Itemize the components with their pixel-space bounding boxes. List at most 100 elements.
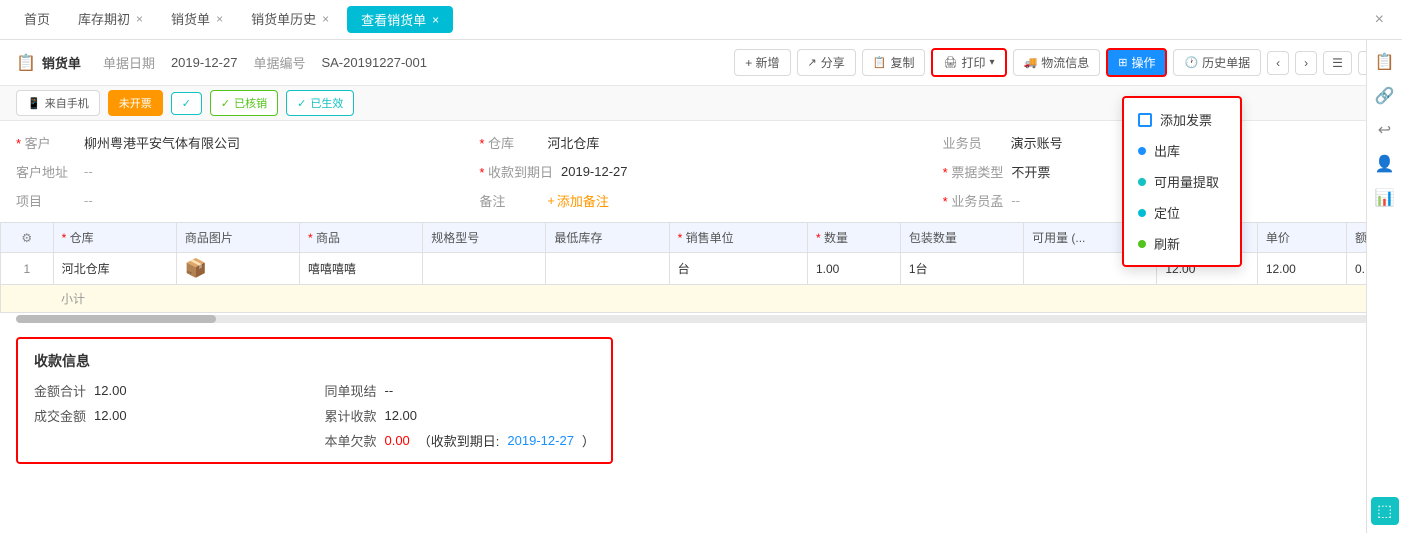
print-dropdown-arrow: ▾ bbox=[989, 57, 994, 68]
page-body: 📋 销货单 单据日期 2019-12-27 单据编号 SA-20191227-0… bbox=[0, 40, 1402, 533]
open-ticket-button[interactable]: 未开票 bbox=[108, 90, 163, 116]
dropdown-available-qty[interactable]: 可用量提取 bbox=[1124, 166, 1240, 197]
customer-value: 柳州粤港平安气体有限公司 bbox=[84, 133, 240, 152]
dropdown-refresh[interactable]: 刷新 bbox=[1124, 228, 1240, 259]
next-button[interactable]: › bbox=[1295, 51, 1317, 75]
phone-label: 来自手机 bbox=[45, 95, 89, 111]
staff-label: 业务员 bbox=[943, 133, 1003, 152]
locate-icon bbox=[1138, 209, 1146, 217]
verify-button[interactable]: ✓ bbox=[171, 92, 202, 115]
warehouse-label: 仓库 bbox=[479, 133, 539, 152]
doc-meta: 单据日期 2019-12-27 单据编号 SA-20191227-001 bbox=[103, 53, 427, 72]
balance-note-end: ） bbox=[582, 431, 595, 450]
content-area: 📋 销货单 单据日期 2019-12-27 单据编号 SA-20191227-0… bbox=[0, 40, 1402, 533]
project-label: 项目 bbox=[16, 191, 76, 210]
dropdown-add-invoice[interactable]: 添加发票 bbox=[1124, 104, 1240, 135]
toolbar-right: + 新增 ↗ 分享 📋 复制 🖨 打印 ▾ 🚚 bbox=[734, 48, 1386, 77]
operate-label: 操作 bbox=[1131, 54, 1155, 71]
ticket-type-value: 不开票 bbox=[1011, 162, 1050, 181]
row-sales-unit: 台 bbox=[669, 253, 807, 285]
warehouse-row: 仓库 河北仓库 bbox=[479, 133, 922, 152]
tab-inventory[interactable]: 库存期初 × bbox=[64, 0, 157, 39]
check-effective-icon: ✓ bbox=[297, 97, 306, 110]
tab-view-sales[interactable]: 查看销货单 × bbox=[347, 6, 453, 33]
col-unit-price: 单价 bbox=[1257, 223, 1346, 253]
tab-sales-history-close[interactable]: × bbox=[322, 12, 329, 26]
payment-info-box: 收款信息 金额合计 12.00 同单现结 -- 成交金额 12.00 bbox=[16, 337, 613, 464]
right-icon-3[interactable]: ↩ bbox=[1371, 116, 1399, 144]
available-qty-icon bbox=[1138, 178, 1146, 186]
outbound-label: 出库 bbox=[1154, 141, 1180, 160]
right-panel: 📋 🔗 ↩ 👤 📊 ⬚ bbox=[1366, 40, 1402, 533]
copy-button[interactable]: 📋 复制 bbox=[862, 49, 926, 76]
same-order-row: 同单现结 -- bbox=[324, 381, 594, 400]
date-value: 2019-12-27 bbox=[171, 55, 238, 70]
tab-home[interactable]: 首页 bbox=[10, 0, 64, 39]
available-qty-label: 可用量提取 bbox=[1154, 172, 1219, 191]
dropdown-outbound[interactable]: 出库 bbox=[1124, 135, 1240, 166]
add-button[interactable]: + 新增 bbox=[734, 49, 790, 76]
right-icon-2[interactable]: 🔗 bbox=[1371, 82, 1399, 110]
scroll-thumb[interactable] bbox=[16, 315, 216, 323]
balance-label: 本单欠款 bbox=[324, 431, 376, 450]
share-icon: ↗ bbox=[808, 56, 817, 69]
payment-grid: 金额合计 12.00 同单现结 -- 成交金额 12.00 累计收款 bbox=[34, 381, 595, 450]
address-label: 客户地址 bbox=[16, 162, 76, 181]
right-icon-6[interactable]: ⬚ bbox=[1371, 497, 1399, 525]
open-status-label: 未开票 bbox=[119, 95, 152, 111]
col-settings: ⚙ bbox=[1, 223, 54, 253]
add-invoice-icon bbox=[1138, 113, 1152, 127]
row-quantity: 1.00 bbox=[807, 253, 900, 285]
logistics-icon: 🚚 bbox=[1024, 56, 1038, 69]
total-label: 金额合计 bbox=[34, 381, 86, 400]
tab-sales[interactable]: 销货单 × bbox=[157, 0, 237, 39]
tab-bar: 首页 库存期初 × 销货单 × 销货单历史 × 查看销货单 × × bbox=[0, 0, 1402, 40]
number-value: SA-20191227-001 bbox=[321, 55, 427, 70]
list-view-button[interactable]: ☰ bbox=[1323, 51, 1352, 75]
biz-staff-label: 业务员孟 bbox=[943, 191, 1004, 210]
outbound-icon bbox=[1138, 147, 1146, 155]
prev-button[interactable]: ‹ bbox=[1267, 51, 1289, 75]
history-button[interactable]: 🕐 历史单据 bbox=[1173, 49, 1261, 76]
right-icon-5[interactable]: 📊 bbox=[1371, 184, 1399, 212]
tab-sales-history-label: 销货单历史 bbox=[251, 9, 316, 28]
col-product-image: 商品图片 bbox=[176, 223, 299, 253]
tab-inventory-label: 库存期初 bbox=[78, 9, 130, 28]
tab-view-sales-close[interactable]: × bbox=[432, 13, 439, 27]
share-button[interactable]: ↗ 分享 bbox=[797, 49, 856, 76]
tab-sales-history[interactable]: 销货单历史 × bbox=[237, 0, 343, 39]
add-remark-button[interactable]: + 添加备注 bbox=[547, 191, 609, 210]
subtotal-label: 小计 bbox=[1, 285, 1402, 313]
tab-sales-close[interactable]: × bbox=[216, 12, 223, 26]
refresh-label: 刷新 bbox=[1154, 234, 1180, 253]
balance-value: 0.00 bbox=[384, 433, 409, 448]
row-seq: 1 bbox=[1, 253, 54, 285]
logistics-button[interactable]: 🚚 物流信息 bbox=[1013, 49, 1101, 76]
total-value: 12.00 bbox=[94, 383, 127, 398]
sold-label: 已核销 bbox=[234, 95, 267, 111]
effective-button[interactable]: ✓ 已生效 bbox=[286, 90, 354, 116]
transaction-row: 成交金额 12.00 bbox=[34, 406, 304, 425]
cumulative-row: 累计收款 12.00 bbox=[324, 406, 594, 425]
customer-label: 客户 bbox=[16, 133, 76, 152]
tab-inventory-close[interactable]: × bbox=[136, 12, 143, 26]
balance-row: 本单欠款 0.00 （收款到期日: 2019-12-27 ） bbox=[324, 431, 594, 450]
total-row: 金额合计 12.00 bbox=[34, 381, 304, 400]
global-close-button[interactable]: × bbox=[1367, 11, 1392, 29]
dropdown-locate[interactable]: 定位 bbox=[1124, 197, 1240, 228]
table-scrollbar[interactable] bbox=[16, 315, 1386, 323]
operate-button[interactable]: ⊞ 操作 bbox=[1106, 48, 1167, 77]
phone-source-button[interactable]: 📱 来自手机 bbox=[16, 90, 100, 116]
col-warehouse: * 仓库 bbox=[53, 223, 176, 253]
copy-label: 复制 bbox=[890, 54, 914, 71]
right-icon-4[interactable]: 👤 bbox=[1371, 150, 1399, 178]
locate-label: 定位 bbox=[1154, 203, 1180, 222]
subtotal-row: 小计 bbox=[1, 285, 1402, 313]
phone-icon: 📱 bbox=[27, 97, 41, 110]
print-button[interactable]: 🖨 打印 ▾ bbox=[931, 48, 1006, 77]
right-icon-1[interactable]: 📋 bbox=[1371, 48, 1399, 76]
transaction-label: 成交金额 bbox=[34, 406, 86, 425]
row-package-qty: 1台 bbox=[900, 253, 1023, 285]
sold-button[interactable]: ✓ 已核销 bbox=[210, 90, 278, 116]
cumulative-value: 12.00 bbox=[384, 408, 417, 423]
